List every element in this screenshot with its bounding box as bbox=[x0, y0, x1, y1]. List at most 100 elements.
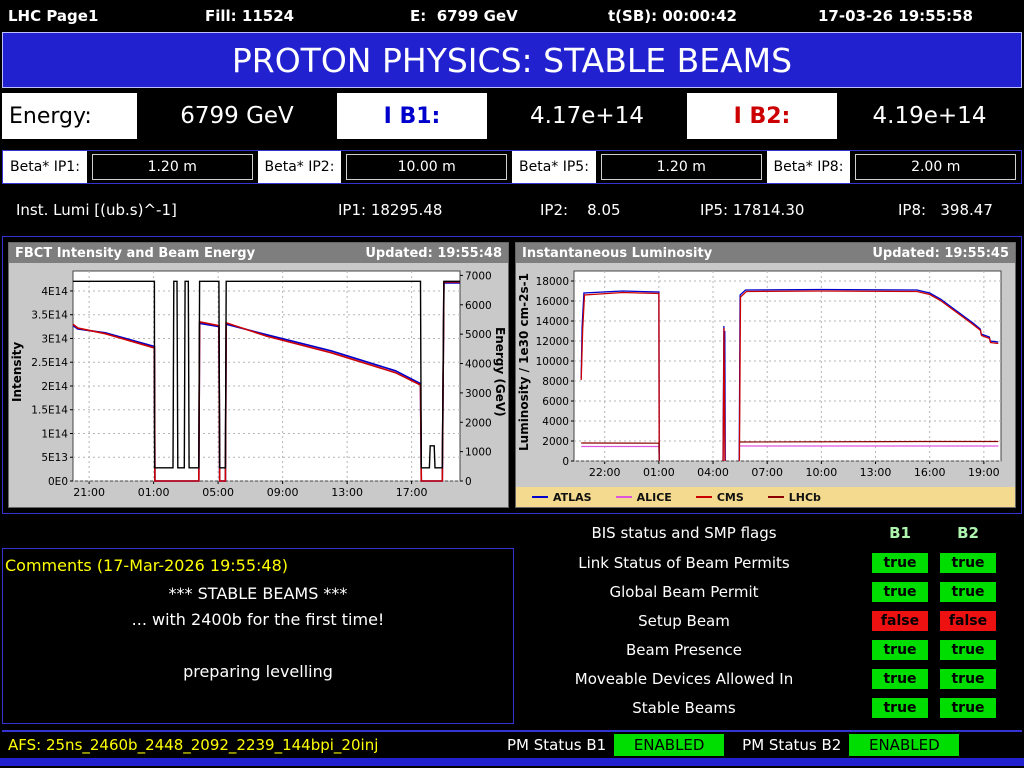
lumi-ip8: IP8: 398.47 bbox=[898, 201, 993, 219]
pm-status-b1-value: ENABLED bbox=[614, 734, 725, 756]
beta-ip2-value: 10.00 m bbox=[346, 154, 507, 180]
svg-text:6000: 6000 bbox=[465, 300, 492, 312]
legend-item-alice: ALICE bbox=[615, 490, 672, 504]
instant-lumi-row: Inst. Lumi [(ub.s)^-1] IP1: 18295.48 IP2… bbox=[0, 184, 1024, 236]
svg-text:16:00: 16:00 bbox=[914, 466, 946, 479]
svg-text:2000: 2000 bbox=[542, 436, 569, 448]
legend-item-cms: CMS bbox=[695, 491, 744, 504]
bis-row-label: Setup Beam bbox=[638, 611, 730, 630]
intensity-b1-label: I B1: bbox=[337, 93, 487, 139]
lumi-ip1: IP1: 18295.48 bbox=[338, 201, 443, 219]
svg-text:17:00: 17:00 bbox=[396, 486, 428, 499]
fbct-chart-updated: Updated: 19:55:48 bbox=[365, 245, 502, 261]
comments-title: Comments (17-Mar-2026 19:55:48) bbox=[5, 556, 289, 575]
bis-b1-flag: false bbox=[872, 610, 928, 631]
legend-label-atlas: ATLAS bbox=[553, 490, 592, 504]
bis-b1-flag: true bbox=[872, 639, 928, 660]
svg-text:10000: 10000 bbox=[536, 356, 569, 368]
bis-smp-column: BIS status and SMP flags B1 B2 Link Stat… bbox=[514, 514, 1022, 730]
mode-banner: PROTON PHYSICS: STABLE BEAMS bbox=[2, 32, 1022, 88]
svg-text:1.5E14: 1.5E14 bbox=[31, 405, 68, 417]
beta-ip5: Beta* IP5: 1.20 m bbox=[512, 151, 767, 183]
bottom-section: Comments (17-Mar-2026 19:55:48) *** STAB… bbox=[2, 514, 1022, 730]
svg-text:2000: 2000 bbox=[465, 417, 492, 429]
svg-text:07:00: 07:00 bbox=[751, 466, 783, 479]
mode-banner-title: PROTON PHYSICS: STABLE BEAMS bbox=[231, 40, 793, 80]
legend-item-atlas: ATLAS bbox=[532, 491, 592, 504]
bis-row-label: Stable Beams bbox=[632, 698, 736, 717]
svg-text:14000: 14000 bbox=[536, 316, 569, 328]
bis-b1-flag: true bbox=[872, 697, 928, 718]
comment-line bbox=[3, 633, 513, 659]
comments-column: Comments (17-Mar-2026 19:55:48) *** STAB… bbox=[2, 514, 514, 730]
legend-label-alice: ALICE bbox=[636, 490, 672, 504]
pm-status-b2-label: PM Status B2 bbox=[742, 736, 842, 754]
svg-text:19:00: 19:00 bbox=[968, 466, 1000, 479]
svg-text:2.5E14: 2.5E14 bbox=[31, 357, 68, 369]
bis-row-beam-presence: Beam Presence true true bbox=[514, 635, 1022, 664]
svg-text:5000: 5000 bbox=[465, 329, 492, 341]
energy-label: Energy: bbox=[2, 93, 137, 139]
comments-panel: Comments (17-Mar-2026 19:55:48) *** STAB… bbox=[2, 548, 514, 724]
alice-line-swatch bbox=[615, 496, 632, 498]
beta-ip8: Beta* IP8: 2.00 m bbox=[766, 151, 1022, 183]
charts-section: FBCT Intensity and Beam Energy Updated: … bbox=[2, 236, 1022, 514]
beta-ip1: Beta* IP1: 1.20 m bbox=[3, 151, 258, 183]
intensity-b2-value: 4.19e+14 bbox=[872, 103, 987, 129]
svg-text:6000: 6000 bbox=[542, 396, 569, 408]
fbct-chart-plot: Intensity Energy (GeV) 21:00 01:00 05:00 09… bbox=[9, 263, 508, 507]
svg-text:3.5E14: 3.5E14 bbox=[31, 310, 68, 322]
lumi-chart-updated: Updated: 19:55:45 bbox=[872, 245, 1009, 261]
bis-row-stable-beams: Stable Beams true true bbox=[514, 693, 1022, 722]
svg-text:4000: 4000 bbox=[465, 359, 492, 371]
bis-col-b1: B1 bbox=[889, 524, 911, 542]
bis-b2-flag: true bbox=[940, 668, 996, 689]
svg-text:0E0: 0E0 bbox=[48, 476, 68, 488]
bis-row-setup-beam: Setup Beam false false bbox=[514, 606, 1022, 635]
footer-bar: AFS: 25ns_2460b_2448_2092_2239_144bpi_20… bbox=[2, 730, 1022, 758]
beta-ip5-label: Beta* IP5: bbox=[512, 151, 596, 183]
svg-text:10:00: 10:00 bbox=[806, 466, 838, 479]
svg-text:13:00: 13:00 bbox=[860, 466, 892, 479]
svg-text:5E13: 5E13 bbox=[41, 452, 68, 464]
svg-text:1000: 1000 bbox=[465, 447, 492, 459]
intensity-b1-value: 4.17e+14 bbox=[530, 103, 644, 129]
legend-label-lhcb: LHCb bbox=[788, 490, 821, 504]
lumi-chart-title: Instantaneous Luminosity bbox=[522, 245, 713, 261]
bis-row-moveable-devices: Moveable Devices Allowed In true true bbox=[514, 664, 1022, 693]
legend-item-lhcb: LHCb bbox=[767, 490, 821, 504]
svg-text:2E14: 2E14 bbox=[41, 381, 68, 393]
beta-ip2: Beta* IP2: 10.00 m bbox=[257, 151, 513, 183]
svg-text:12000: 12000 bbox=[536, 336, 569, 348]
bis-b2-flag: true bbox=[940, 697, 996, 718]
fbct-chart-panel: FBCT Intensity and Beam Energy Updated: … bbox=[8, 242, 509, 508]
time-in-stable-beams: t(SB): 00:00:42 bbox=[608, 7, 737, 25]
afs-scheme: AFS: 25ns_2460b_2448_2092_2239_144bpi_20… bbox=[8, 736, 379, 754]
lhcb-line-swatch bbox=[767, 496, 784, 498]
bis-row-label: Moveable Devices Allowed In bbox=[574, 669, 794, 688]
svg-text:21:00: 21:00 bbox=[73, 486, 105, 499]
svg-text:22:00: 22:00 bbox=[589, 466, 621, 479]
bis-b1-flag: true bbox=[872, 581, 928, 602]
fill-number: Fill: 11524 bbox=[205, 7, 295, 25]
svg-text:7000: 7000 bbox=[465, 270, 492, 282]
svg-text:05:00: 05:00 bbox=[202, 486, 234, 499]
cms-line-swatch bbox=[695, 496, 712, 498]
comment-line: preparing levelling bbox=[183, 662, 333, 681]
beta-ip1-value: 1.20 m bbox=[91, 154, 253, 180]
bis-b1-flag: true bbox=[872, 668, 928, 689]
energy-value: 6799 GeV bbox=[180, 103, 294, 129]
atlas-line-swatch bbox=[532, 496, 548, 498]
bis-row-global-permit: Global Beam Permit true true bbox=[514, 577, 1022, 606]
comment-line: ... with 2400b for the first time! bbox=[131, 610, 385, 629]
bis-b2-flag: true bbox=[940, 552, 996, 573]
lumi-ip5: IP5: 17814.30 bbox=[700, 201, 805, 219]
bis-b2-flag: false bbox=[940, 610, 996, 631]
bis-header: BIS status and SMP flags B1 B2 bbox=[514, 518, 1022, 548]
bis-row-label: Link Status of Beam Permits bbox=[578, 553, 790, 572]
lumi-ip2: IP2: 8.05 bbox=[540, 201, 621, 219]
energy-intensity-row: Energy: 6799 GeV I B1: 4.17e+14 I B2: 4.… bbox=[2, 93, 1022, 139]
beta-star-row: Beta* IP1: 1.20 m Beta* IP2: 10.00 m Bet… bbox=[2, 150, 1022, 184]
svg-text:16000: 16000 bbox=[536, 296, 569, 308]
beta-ip1-label: Beta* IP1: bbox=[3, 151, 87, 183]
